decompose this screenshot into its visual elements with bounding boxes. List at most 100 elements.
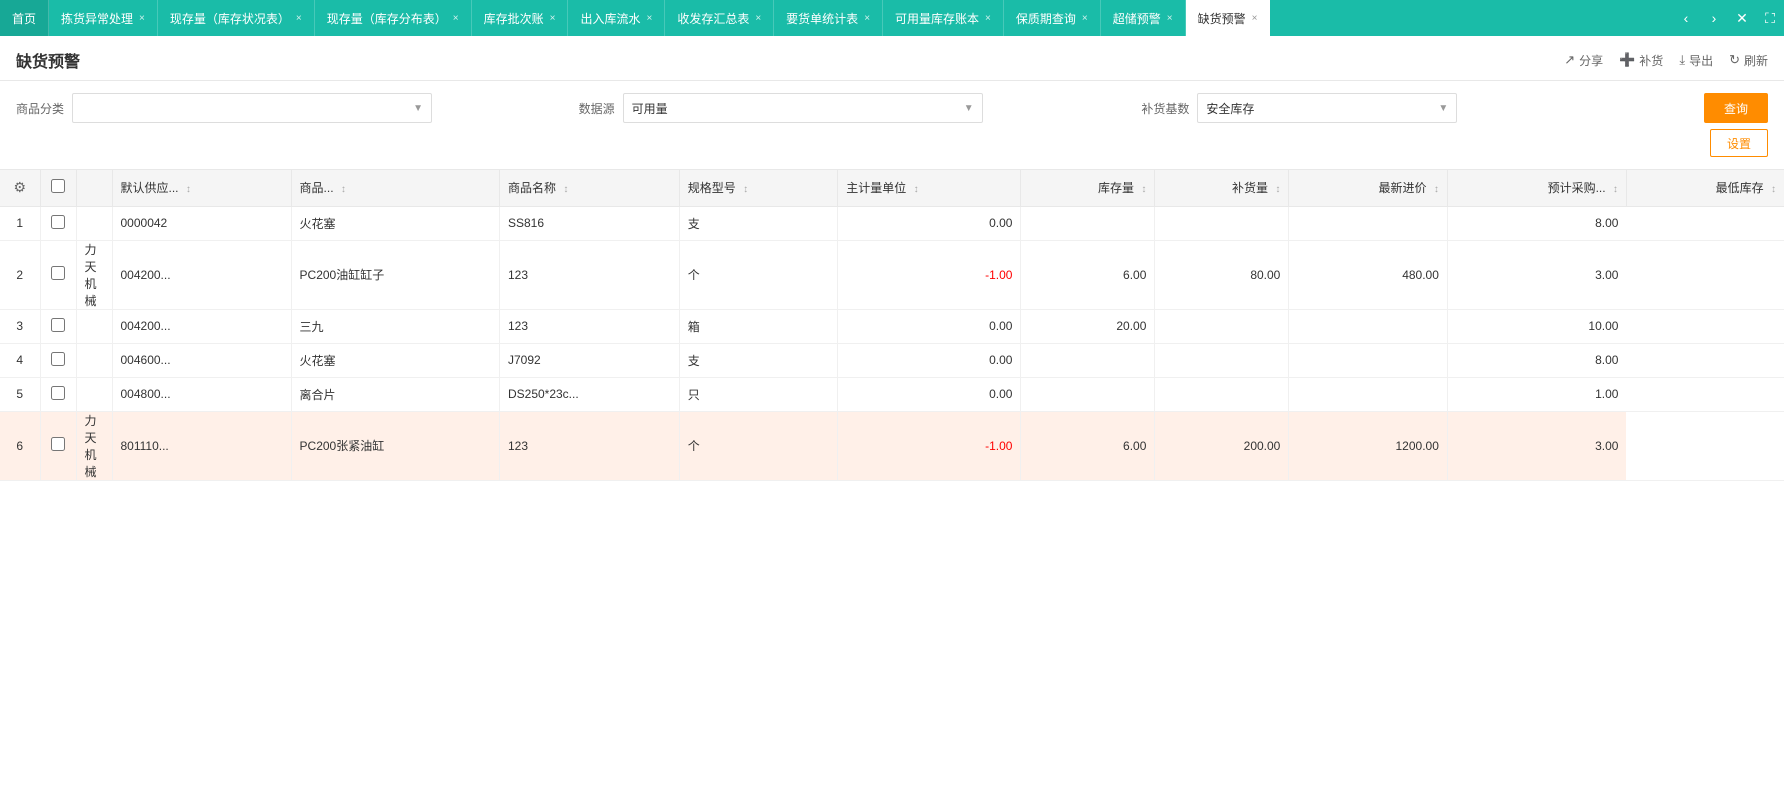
filter-section: 商品分类 ▼ 数据源 可用量 ▼ 补货基数 安全库存 ▼ 查询 设置 [0, 81, 1784, 170]
row-checkbox-cell [40, 411, 76, 480]
row-latest-price [1155, 377, 1289, 411]
close-tab-available[interactable]: × [985, 13, 991, 24]
row-unit: 个 [679, 240, 838, 309]
tab-close-btn[interactable]: ✕ [1728, 10, 1756, 27]
row-product-code: 801110... [112, 411, 291, 480]
filter-category-select[interactable]: ▼ [72, 93, 432, 123]
close-tab-stock-dist[interactable]: × [453, 13, 459, 24]
col-header-index [76, 170, 112, 206]
refresh-button[interactable]: ↻ 刷新 [1729, 52, 1768, 69]
setting-button[interactable]: 设置 [1710, 129, 1768, 157]
replenish-button[interactable]: ➕ 补货 [1619, 52, 1663, 69]
row-checkbox[interactable] [51, 318, 65, 332]
tab-stock-dist[interactable]: 现存量（库存分布表） × [315, 0, 472, 36]
tab-shortage[interactable]: 缺货预警 × [1186, 0, 1271, 36]
tab-available[interactable]: 可用量库存账本 × [883, 0, 1004, 36]
row-checkbox-cell [40, 377, 76, 411]
tab-batch[interactable]: 库存批次账 × [472, 0, 569, 36]
tab-summary[interactable]: 收发存汇总表 × [665, 0, 774, 36]
action-buttons: 查询 设置 [1704, 93, 1768, 157]
filter-datasource: 数据源 可用量 ▼ [579, 93, 1142, 123]
data-table: ⚙ 默认供应... ↕ 商品... ↕ 商品名称 [0, 170, 1784, 481]
header-actions: ↗ 分享 ➕ 补货 ⤓ 导出 ↻ 刷新 [1564, 52, 1768, 69]
col-header-replenish[interactable]: 补货量 ↕ [1155, 170, 1289, 206]
row-checkbox[interactable] [51, 352, 65, 366]
col-header-est-purchase[interactable]: 预计采购... ↕ [1447, 170, 1626, 206]
row-product-name: PC200油缸缸子 [291, 240, 499, 309]
row-unit: 只 [679, 377, 838, 411]
row-product-name: 火花塞 [291, 343, 499, 377]
tab-next-btn[interactable]: › [1700, 10, 1728, 26]
row-product-name: 离合片 [291, 377, 499, 411]
page-header: 缺货预警 ↗ 分享 ➕ 补货 ⤓ 导出 ↻ 刷新 [0, 36, 1784, 81]
close-tab-order-stat[interactable]: × [864, 13, 870, 24]
row-latest-price [1155, 343, 1289, 377]
row-replenish [1021, 377, 1155, 411]
row-supplier [76, 343, 112, 377]
tab-stock-status[interactable]: 现存量（库存状况表） × [158, 0, 315, 36]
tab-order-stat[interactable]: 要货单统计表 × [774, 0, 883, 36]
row-replenish [1021, 206, 1155, 240]
close-tab-expiry[interactable]: × [1082, 13, 1088, 24]
col-header-product-code[interactable]: 商品... ↕ [291, 170, 499, 206]
row-min-stock: 8.00 [1447, 206, 1626, 240]
row-product-name: PC200张紧油缸 [291, 411, 499, 480]
row-spec: DS250*23c... [499, 377, 679, 411]
row-checkbox[interactable] [51, 266, 65, 280]
filter-datasource-value: 可用量 [632, 100, 668, 117]
close-tab-flow[interactable]: × [646, 13, 652, 24]
row-stock: -1.00 [838, 411, 1021, 480]
gear-icon[interactable]: ⚙ [8, 179, 32, 196]
close-tab-batch[interactable]: × [550, 13, 556, 24]
filter-datasource-label: 数据源 [579, 100, 615, 117]
tab-flow[interactable]: 出入库流水 × [568, 0, 665, 36]
sort-icon-min-stock: ↕ [1771, 184, 1776, 195]
close-tab-summary[interactable]: × [755, 13, 761, 24]
tab-maximize-btn[interactable]: ⛶ [1756, 10, 1784, 27]
tab-home[interactable]: 首页 [0, 0, 49, 36]
tab-overstock[interactable]: 超储预警 × [1101, 0, 1186, 36]
filter-replenish-basis-select[interactable]: 安全库存 ▼ [1197, 93, 1457, 123]
row-checkbox-cell [40, 309, 76, 343]
row-checkbox[interactable] [51, 386, 65, 400]
tab-prev-btn[interactable]: ‹ [1672, 10, 1700, 26]
row-latest-price [1155, 309, 1289, 343]
sort-icon-product-code: ↕ [341, 184, 346, 195]
col-header-min-stock[interactable]: 最低库存 ↕ [1626, 170, 1784, 206]
close-tab-abnormal[interactable]: × [139, 13, 145, 24]
col-header-stock[interactable]: 库存量 ↕ [1021, 170, 1155, 206]
row-num: 4 [0, 343, 40, 377]
page-title: 缺货预警 [16, 48, 80, 72]
col-header-product-name[interactable]: 商品名称 ↕ [499, 170, 679, 206]
row-checkbox[interactable] [51, 437, 65, 451]
row-stock: 0.00 [838, 309, 1021, 343]
col-header-unit[interactable]: 主计量单位 ↕ [838, 170, 1021, 206]
tab-expiry[interactable]: 保质期查询 × [1004, 0, 1101, 36]
col-header-spec[interactable]: 规格型号 ↕ [679, 170, 838, 206]
filter-replenish-basis-label: 补货基数 [1141, 100, 1189, 117]
share-button[interactable]: ↗ 分享 [1564, 52, 1603, 69]
filter-datasource-select[interactable]: 可用量 ▼ [623, 93, 983, 123]
row-replenish: 6.00 [1021, 411, 1155, 480]
table-row: 5 004800... 离合片 DS250*23c... 只 0.00 1.00 [0, 377, 1784, 411]
select-all-checkbox[interactable] [51, 179, 65, 193]
export-button[interactable]: ⤓ 导出 [1679, 52, 1713, 69]
query-button[interactable]: 查询 [1704, 93, 1768, 123]
col-header-latest-price[interactable]: 最新进价 ↕ [1289, 170, 1448, 206]
row-est-purchase [1289, 309, 1448, 343]
row-supplier [76, 377, 112, 411]
filter-replenish-basis: 补货基数 安全库存 ▼ [1141, 93, 1704, 123]
close-tab-shortage[interactable]: × [1252, 13, 1258, 24]
col-header-supplier[interactable]: 默认供应... ↕ [112, 170, 291, 206]
table-body: 1 0000042 火花塞 SS816 支 0.00 8.00 2 力天机械 0… [0, 206, 1784, 480]
tab-abnormal[interactable]: 拣货异常处理 × [49, 0, 158, 36]
row-est-purchase: 480.00 [1289, 240, 1448, 309]
row-spec: J7092 [499, 343, 679, 377]
row-min-stock: 10.00 [1447, 309, 1626, 343]
filter-category-label: 商品分类 [16, 100, 64, 117]
close-tab-overstock[interactable]: × [1167, 13, 1173, 24]
row-checkbox[interactable] [51, 215, 65, 229]
close-tab-stock-status[interactable]: × [296, 13, 302, 24]
row-checkbox-cell [40, 240, 76, 309]
row-supplier [76, 206, 112, 240]
